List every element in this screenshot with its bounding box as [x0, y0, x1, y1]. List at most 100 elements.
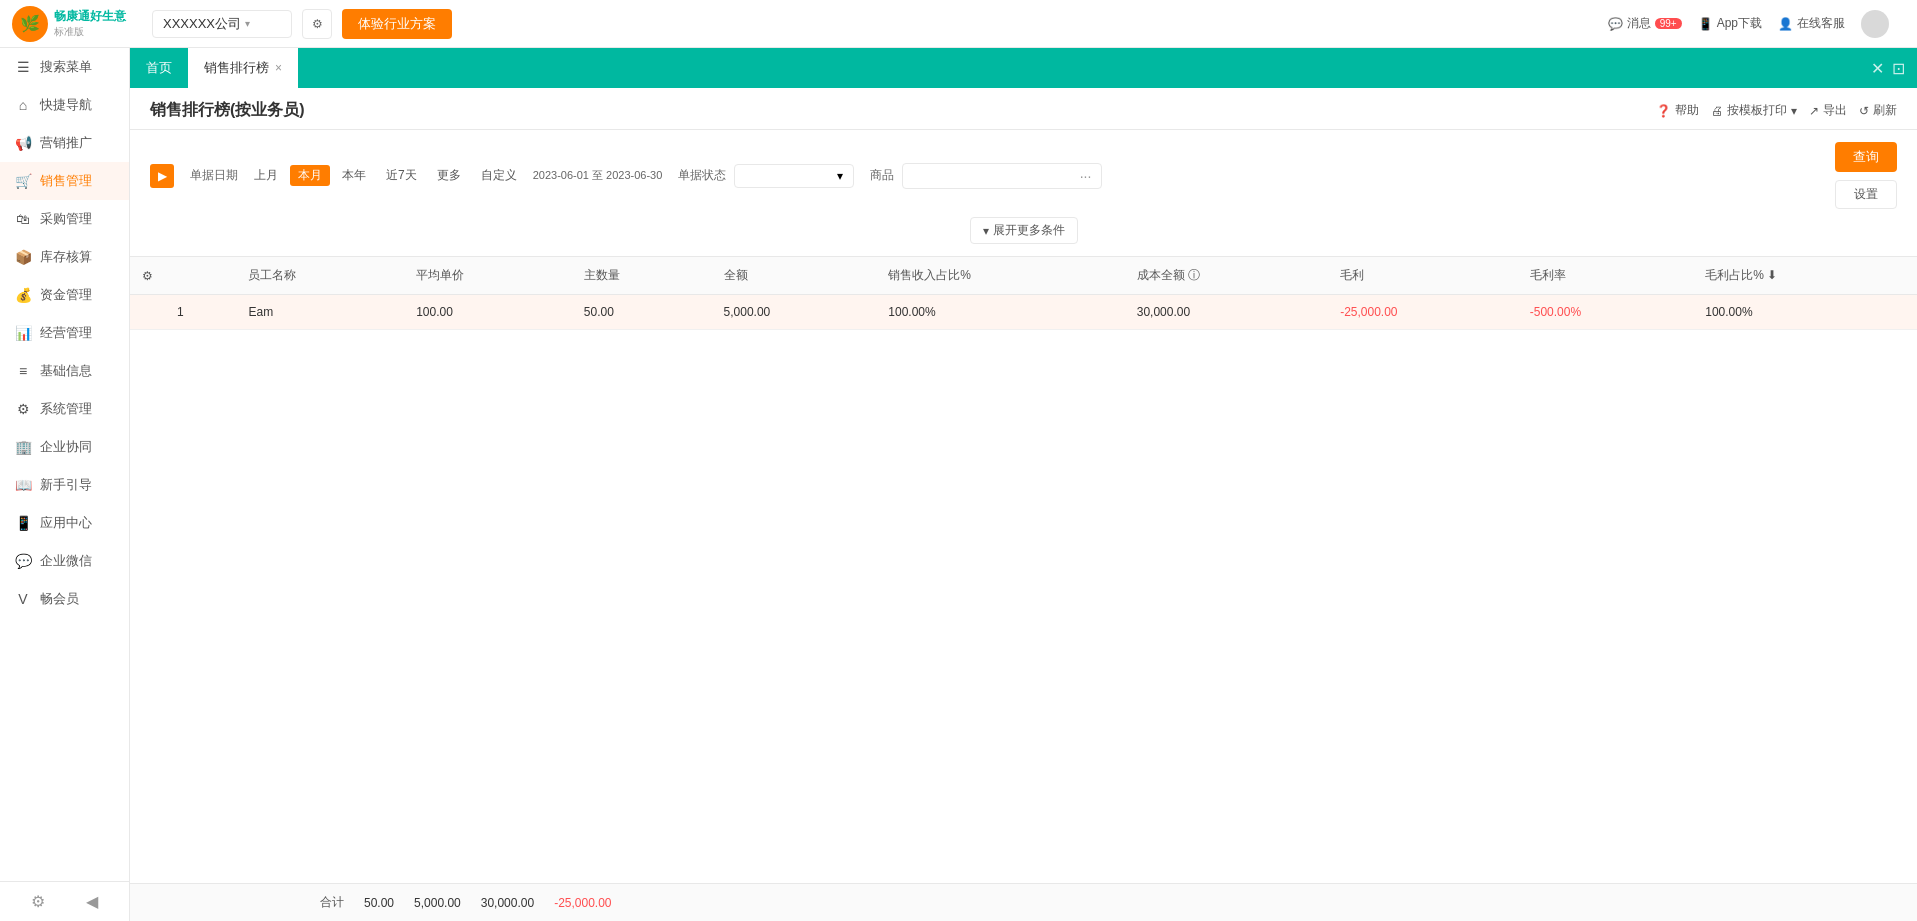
- col-sales-pct: 销售收入占比%: [876, 257, 1124, 295]
- print-chevron-icon: ▾: [1791, 104, 1797, 118]
- footer-amount: 5,000.00: [414, 896, 461, 910]
- goods-dots[interactable]: ···: [1080, 168, 1092, 184]
- sidebar-item-apps[interactable]: 📱 应用中心: [0, 504, 129, 542]
- service-label: 在线客服: [1797, 15, 1845, 32]
- gear-button[interactable]: ⚙: [302, 9, 332, 39]
- row-avg-price: 100.00: [404, 295, 572, 330]
- sidebar-item-guide[interactable]: 📖 新手引导: [0, 466, 129, 504]
- company-selector[interactable]: XXXXXX公司 ▾: [152, 10, 292, 38]
- top-bar: 🌿 畅康通好生意 标准版 XXXXXX公司 ▾ ⚙ 体验行业方案 💬 消息 99…: [0, 0, 1917, 48]
- col-gross: 毛利: [1328, 257, 1518, 295]
- date-tab-current-year[interactable]: 本年: [334, 165, 374, 186]
- goods-label: 商品: [870, 167, 894, 184]
- sidebar-label-sales: 销售管理: [40, 172, 92, 190]
- print-button[interactable]: 🖨 按模板打印 ▾: [1711, 102, 1797, 119]
- date-tab-more[interactable]: 更多: [429, 165, 469, 186]
- sidebar-label-marketing: 营销推广: [40, 134, 92, 152]
- col-settings[interactable]: ⚙: [130, 257, 165, 295]
- settings-icon[interactable]: ⚙: [31, 892, 45, 911]
- sidebar-item-wechat[interactable]: 💬 企业微信: [0, 542, 129, 580]
- sidebar-item-marketing[interactable]: 📢 营销推广: [0, 124, 129, 162]
- row-name: Eam: [236, 295, 404, 330]
- data-table: ⚙ 员工名称 平均单价 主数量 全额 销售收入占比% 成本全额 ⓘ 毛利 毛利率…: [130, 257, 1917, 330]
- print-label: 按模板打印: [1727, 102, 1787, 119]
- sidebar-item-system[interactable]: ⚙ 系统管理: [0, 390, 129, 428]
- sidebar-item-finance[interactable]: 💰 资金管理: [0, 276, 129, 314]
- status-label: 单据状态: [678, 167, 726, 184]
- sidebar-item-search[interactable]: ☰ 搜索菜单: [0, 48, 129, 86]
- col-name: 员工名称: [236, 257, 404, 295]
- app-download-button[interactable]: 📱 App下载: [1698, 15, 1762, 32]
- sidebar: ☰ 搜索菜单 ⌂ 快捷导航 📢 营销推广 🛒 销售管理 🛍 采购管理 📦 库: [0, 48, 130, 921]
- export-button[interactable]: ↗ 导出: [1809, 102, 1847, 119]
- operations-icon: 📊: [14, 325, 32, 341]
- tab-home-label: 首页: [146, 59, 172, 77]
- marketing-icon: 📢: [14, 135, 32, 151]
- print-icon: 🖨: [1711, 104, 1723, 118]
- date-tab-current-month[interactable]: 本月: [290, 165, 330, 186]
- online-service-button[interactable]: 👤 在线客服: [1778, 15, 1845, 32]
- sidebar-label-quick-nav: 快捷导航: [40, 96, 92, 114]
- trial-button[interactable]: 体验行业方案: [342, 9, 452, 39]
- tab-sales-ranking[interactable]: 销售排行榜 ×: [188, 48, 298, 88]
- sidebar-item-sales[interactable]: 🛒 销售管理: [0, 162, 129, 200]
- sidebar-bottom: ⚙ ◀: [0, 881, 129, 921]
- collapse-icon[interactable]: ◀: [86, 892, 98, 911]
- settings-button[interactable]: 设置: [1835, 180, 1897, 209]
- logo-area: 🌿 畅康通好生意 标准版: [12, 6, 142, 42]
- message-badge: 99+: [1655, 18, 1682, 29]
- sidebar-item-purchase[interactable]: 🛍 采购管理: [0, 200, 129, 238]
- expand-label: 展开更多条件: [993, 222, 1065, 239]
- basic-icon: ≡: [14, 363, 32, 379]
- tab-close-icon[interactable]: ×: [275, 61, 282, 75]
- status-select[interactable]: ▾: [734, 164, 854, 188]
- table-container: ⚙ 员工名称 平均单价 主数量 全额 销售收入占比% 成本全额 ⓘ 毛利 毛利率…: [130, 257, 1917, 883]
- maximize-icon[interactable]: ⊡: [1892, 59, 1905, 78]
- logo-line1: 畅康通好生意: [54, 9, 126, 25]
- refresh-button[interactable]: ↺ 刷新: [1859, 102, 1897, 119]
- tab-home[interactable]: 首页: [130, 48, 188, 88]
- app-label: App下载: [1717, 15, 1762, 32]
- date-tab-custom[interactable]: 自定义: [473, 165, 525, 186]
- search-icon: ☰: [14, 59, 32, 75]
- header-actions: ❓ 帮助 🖨 按模板打印 ▾ ↗ 导出 ↺ 刷新: [1656, 102, 1897, 119]
- goods-filter: 商品 ···: [870, 163, 1102, 189]
- sidebar-label-inventory: 库存核算: [40, 248, 92, 266]
- sidebar-item-operations[interactable]: 📊 经营管理: [0, 314, 129, 352]
- table-row: 1 Eam 100.00 50.00 5,000.00 100.00% 30,0…: [130, 295, 1917, 330]
- refresh-icon: ↺: [1859, 104, 1869, 118]
- close-window-icon[interactable]: ✕: [1871, 59, 1884, 78]
- sidebar-item-enterprise[interactable]: 🏢 企业协同: [0, 428, 129, 466]
- expand-row: ▾ 展开更多条件: [150, 217, 1897, 244]
- main-area: ☰ 搜索菜单 ⌂ 快捷导航 📢 营销推广 🛒 销售管理 🛍 采购管理 📦 库: [0, 48, 1917, 921]
- sidebar-label-finance: 资金管理: [40, 286, 92, 304]
- sidebar-label-system: 系统管理: [40, 400, 92, 418]
- sidebar-item-member[interactable]: V 畅会员: [0, 580, 129, 618]
- goods-select[interactable]: ···: [902, 163, 1102, 189]
- sidebar-label-enterprise: 企业协同: [40, 438, 92, 456]
- app-container: 🌿 畅康通好生意 标准版 XXXXXX公司 ▾ ⚙ 体验行业方案 💬 消息 99…: [0, 0, 1917, 921]
- sidebar-item-basic[interactable]: ≡ 基础信息: [0, 352, 129, 390]
- expand-arrow-button[interactable]: ▶: [150, 164, 174, 188]
- sidebar-label-search: 搜索菜单: [40, 58, 92, 76]
- sidebar-item-inventory[interactable]: 📦 库存核算: [0, 238, 129, 276]
- tab-bar: 首页 销售排行榜 × ✕ ⊡: [130, 48, 1917, 88]
- purchase-icon: 🛍: [14, 211, 32, 227]
- expand-conditions-button[interactable]: ▾ 展开更多条件: [970, 217, 1078, 244]
- row-settings: [130, 295, 165, 330]
- date-label: 单据日期: [190, 167, 238, 184]
- service-icon: 👤: [1778, 17, 1793, 31]
- col-avg-price: 平均单价: [404, 257, 572, 295]
- help-button[interactable]: ❓ 帮助: [1656, 102, 1699, 119]
- logo-text: 畅康通好生意 标准版: [54, 9, 126, 38]
- message-button[interactable]: 💬 消息 99+: [1608, 15, 1682, 32]
- export-icon: ↗: [1809, 104, 1819, 118]
- date-tab-7days[interactable]: 近7天: [378, 165, 425, 186]
- row-gross-rate: -500.00%: [1518, 295, 1694, 330]
- query-button[interactable]: 查询: [1835, 142, 1897, 172]
- date-tab-prev-month[interactable]: 上月: [246, 165, 286, 186]
- status-filter: 单据状态 ▾: [678, 164, 854, 188]
- sidebar-item-quick-nav[interactable]: ⌂ 快捷导航: [0, 86, 129, 124]
- avatar: [1861, 10, 1889, 38]
- export-label: 导出: [1823, 102, 1847, 119]
